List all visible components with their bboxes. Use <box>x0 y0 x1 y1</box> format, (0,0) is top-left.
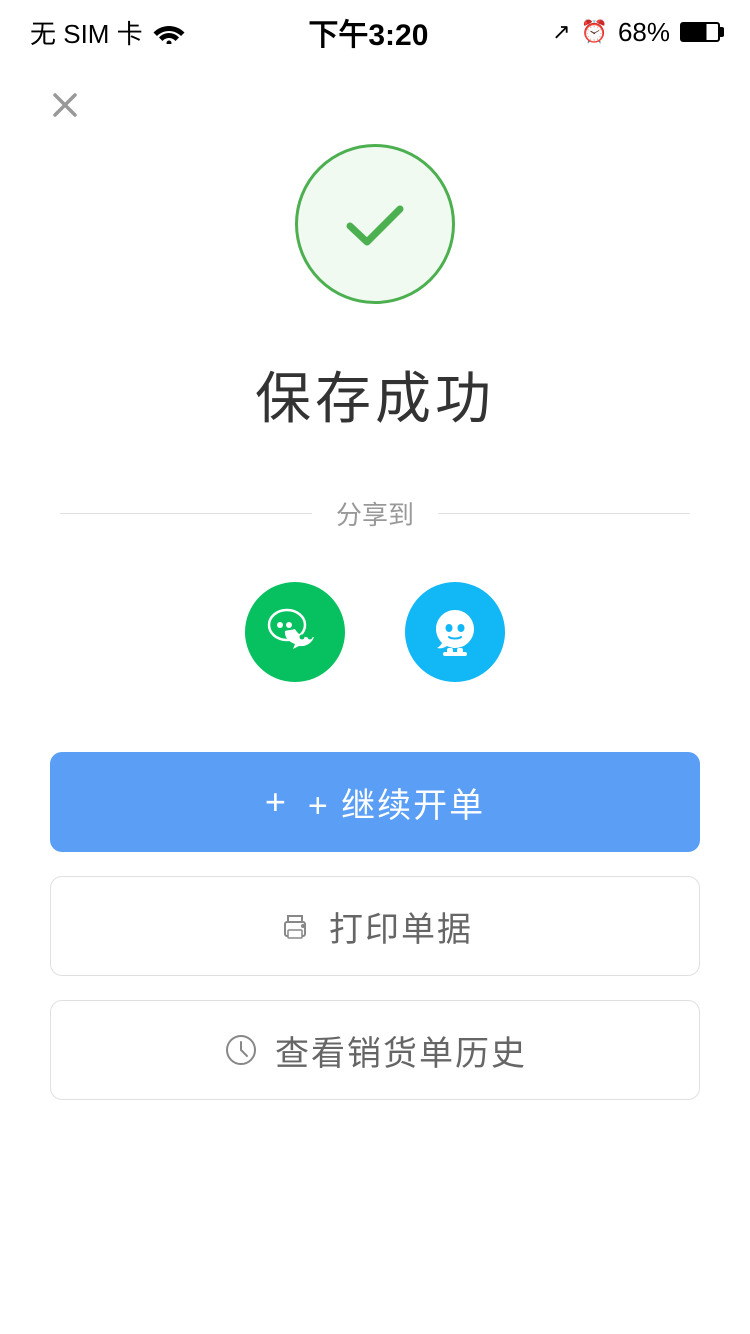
status-right: ↗ ⏰ 68% <box>552 17 720 48</box>
clock-icon <box>223 1032 259 1068</box>
divider-left <box>60 513 312 514</box>
print-button[interactable]: 打印单据 <box>50 876 700 976</box>
wechat-icon <box>266 607 324 657</box>
status-bar: 无 SIM 卡 下午3:20 ↗ ⏰ 68% <box>0 0 750 64</box>
action-buttons: + + 继续开单 打印单据 查看销货单历史 <box>0 752 750 1100</box>
close-icon <box>47 87 83 123</box>
share-icons-group <box>245 582 505 682</box>
battery-icon <box>680 22 720 42</box>
divider-right <box>438 513 690 514</box>
qq-share-button[interactable] <box>405 582 505 682</box>
wifi-icon <box>153 20 185 44</box>
continue-order-label: + 继续开单 <box>308 778 485 827</box>
sim-status: 无 SIM 卡 <box>30 14 143 51</box>
close-button[interactable] <box>40 80 90 130</box>
continue-order-button[interactable]: + + 继续开单 <box>50 752 700 852</box>
alarm-icon: ⏰ <box>581 19 608 45</box>
location-icon: ↗ <box>552 19 570 45</box>
history-label: 查看销货单历史 <box>275 1026 527 1075</box>
share-divider: 分享到 <box>0 495 750 532</box>
status-left: 无 SIM 卡 <box>30 14 185 51</box>
success-icon-circle <box>295 144 455 304</box>
main-content: 保存成功 分享到 <box>0 64 750 1100</box>
printer-icon <box>277 908 313 944</box>
plus-icon: + <box>265 781 288 823</box>
success-title: 保存成功 <box>255 354 495 435</box>
qq-icon <box>425 602 485 662</box>
battery-text: 68% <box>618 17 670 48</box>
checkmark-icon <box>335 184 415 264</box>
history-button[interactable]: 查看销货单历史 <box>50 1000 700 1100</box>
print-label: 打印单据 <box>329 902 473 951</box>
share-label: 分享到 <box>312 495 438 532</box>
wechat-share-button[interactable] <box>245 582 345 682</box>
status-time: 下午3:20 <box>308 10 428 54</box>
